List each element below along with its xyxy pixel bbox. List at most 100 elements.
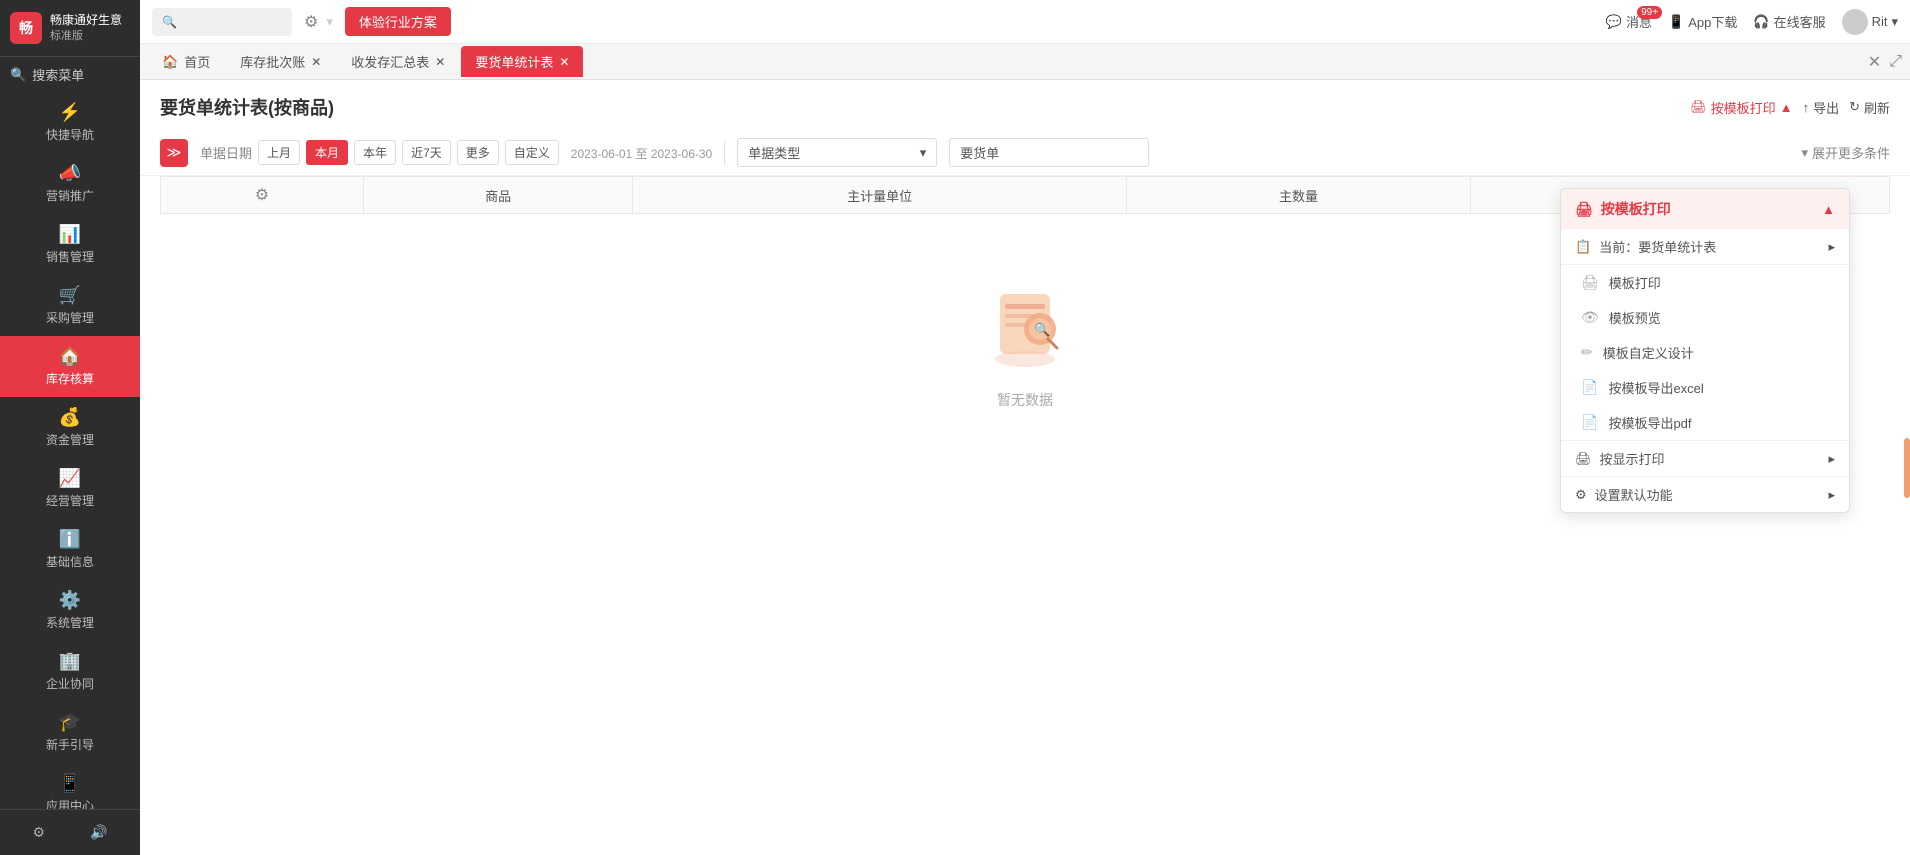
- tabs-bar: 🏠 首页 库存批次账 ✕ 收发存汇总表 ✕ 要货单统计表 ✕ ✕ ⤢: [140, 44, 1910, 80]
- date-btn-this-month[interactable]: 本月: [306, 140, 348, 165]
- sidebar-item-enterprise[interactable]: 🏢 企业协同: [0, 641, 140, 702]
- basics-icon: ℹ️: [59, 529, 81, 550]
- tab-close-receipt-summary[interactable]: ✕: [435, 55, 445, 69]
- scrollbar-indicator[interactable]: [1904, 438, 1910, 498]
- messages-badge: 99+: [1637, 6, 1662, 19]
- search-icon: 🔍: [10, 67, 26, 83]
- dropdown-item-template-preview[interactable]: 👁 模板预览: [1561, 300, 1849, 335]
- tab-close-order-stats[interactable]: ✕: [559, 55, 569, 69]
- user-chevron-icon: ▾: [1891, 14, 1898, 30]
- col-product: 商品: [363, 177, 633, 214]
- messages-btn[interactable]: 💬 消息 99+: [1606, 12, 1652, 31]
- empty-illustration: 🔍: [975, 274, 1075, 374]
- sidebar-item-inventory[interactable]: 🏠 库存核算: [0, 336, 140, 397]
- enterprise-icon: 🏢: [59, 651, 81, 672]
- sidebar-item-appstore[interactable]: 📱 应用中心: [0, 763, 140, 809]
- tab-home[interactable]: 🏠 首页: [148, 46, 224, 77]
- finance-icon: 💰: [59, 407, 81, 428]
- quick-nav-icon: ⚡: [59, 102, 81, 123]
- date-btn-custom[interactable]: 自定义: [505, 140, 559, 165]
- sidebar-item-label: 资金管理: [46, 431, 94, 448]
- app-logo: 畅 畅康通好生意 标准版: [0, 0, 140, 57]
- dropdown-default-section: ⚙ 设置默认功能 ▸: [1561, 477, 1849, 512]
- tab-order-stats[interactable]: 要货单统计表 ✕: [461, 46, 583, 77]
- date-btn-more[interactable]: 更多: [457, 140, 499, 165]
- date-btn-last-month[interactable]: 上月: [258, 140, 300, 165]
- filter-bar: ≫ 单据日期 上月 本月 本年 近7天 更多 自定义 2023-06-01 至 …: [140, 130, 1910, 176]
- sidebar-item-system[interactable]: ⚙️ 系统管理: [0, 580, 140, 641]
- sidebar-item-finance[interactable]: 💰 资金管理: [0, 397, 140, 458]
- topbar: 🔍 ⚙ ▾ 体验行业方案 💬 消息 99+ 📱 App下载 🎧 在线客服 Rit: [140, 0, 1910, 44]
- date-btn-this-year[interactable]: 本年: [354, 140, 396, 165]
- dropdown-display-header[interactable]: 🖨 按显示打印 ▸: [1561, 441, 1849, 476]
- filter-toggle-btn[interactable]: ≫: [160, 139, 188, 167]
- list-icon: 📋: [1575, 239, 1591, 255]
- topbar-search[interactable]: 🔍: [152, 8, 292, 36]
- search-label: 搜索菜单: [32, 65, 84, 84]
- expand-more-btn[interactable]: ▾ 展开更多条件: [1801, 143, 1890, 162]
- template-preview-icon: 👁: [1581, 309, 1599, 326]
- sidebar-item-label: 营销推广: [46, 187, 94, 204]
- dropdown-current-section: 📋 当前：要货单统计表 ▸: [1561, 229, 1849, 265]
- bill-type-label: 单据类型: [748, 143, 800, 162]
- svg-text:🔍: 🔍: [1034, 321, 1050, 337]
- app-download-btn[interactable]: 📱 App下载: [1668, 12, 1737, 31]
- topbar-right: 💬 消息 99+ 📱 App下载 🎧 在线客服 Rit ▾: [1606, 9, 1898, 35]
- column-settings-icon[interactable]: ⚙: [255, 187, 269, 204]
- tab-inventory-batch[interactable]: 库存批次账 ✕: [226, 46, 335, 77]
- window-maximize-btn[interactable]: ⤢: [1889, 52, 1902, 72]
- order-type-display[interactable]: 要货单: [949, 138, 1149, 167]
- sidebar-nav: ⚡ 快捷导航 📣 营销推广 📊 销售管理 🛒 采购管理 🏠 库存核算 💰 资金管…: [0, 92, 140, 809]
- export-btn[interactable]: ↑ 导出: [1803, 98, 1840, 117]
- dropdown-header-left: 🖨 按模板打印: [1575, 199, 1671, 219]
- dropdown-item-export-excel[interactable]: 📄 按模板导出excel: [1561, 370, 1849, 405]
- template-print-btn[interactable]: 🖨 按模板打印 ▲: [1690, 98, 1792, 117]
- dropdown-collapse-btn[interactable]: ▲: [1822, 202, 1835, 217]
- sidebar-item-newbie[interactable]: 🎓 新手引导: [0, 702, 140, 763]
- sidebar-item-basics[interactable]: ℹ️ 基础信息: [0, 519, 140, 580]
- col-settings[interactable]: ⚙: [161, 177, 364, 214]
- topbar-gear-icon[interactable]: ⚙: [304, 12, 318, 32]
- template-print-dropdown: 🖨 按模板打印 ▲ 📋 当前：要货单统计表 ▸ 🖨 模板打印: [1560, 188, 1850, 513]
- tab-close-inventory-batch[interactable]: ✕: [311, 55, 321, 69]
- default-icon: ⚙: [1575, 487, 1587, 503]
- sidebar-item-operations[interactable]: 📈 经营管理: [0, 458, 140, 519]
- sidebar-item-purchase[interactable]: 🛒 采购管理: [0, 275, 140, 336]
- sidebar-item-quick-nav[interactable]: ⚡ 快捷导航: [0, 92, 140, 153]
- sidebar-item-sales[interactable]: 📊 销售管理: [0, 214, 140, 275]
- refresh-btn[interactable]: ↻ 刷新: [1849, 98, 1890, 117]
- date-label: 单据日期: [200, 143, 252, 162]
- online-service-btn[interactable]: 🎧 在线客服: [1753, 12, 1825, 31]
- printer-icon-dropdown: 🖨: [1575, 201, 1593, 218]
- dropdown-item-template-design[interactable]: ✏ 模板自定义设计: [1561, 335, 1849, 370]
- page-content: 要货单统计表(按商品) 🖨 按模板打印 ▲ ↑ 导出 ↻ 刷新: [140, 80, 1910, 855]
- logo-text: 畅康通好生意 标准版: [50, 12, 122, 44]
- sidebar-item-marketing[interactable]: 📣 营销推广: [0, 153, 140, 214]
- page-title: 要货单统计表(按商品): [160, 94, 334, 120]
- dropdown-current-header[interactable]: 📋 当前：要货单统计表 ▸: [1561, 229, 1849, 264]
- topbar-chevron[interactable]: ▾: [326, 14, 333, 30]
- dropdown-default-header[interactable]: ⚙ 设置默认功能 ▸: [1561, 477, 1849, 512]
- sidebar-settings-btn[interactable]: ⚙: [29, 820, 50, 845]
- date-btn-7days[interactable]: 近7天: [402, 140, 451, 165]
- dropdown-item-export-pdf[interactable]: 📄 按模板导出pdf: [1561, 405, 1849, 440]
- sidebar-item-label: 系统管理: [46, 614, 94, 631]
- sidebar-item-label: 销售管理: [46, 248, 94, 265]
- sales-icon: 📊: [59, 224, 81, 245]
- window-close-btn[interactable]: ✕: [1868, 52, 1881, 72]
- bill-type-select[interactable]: 单据类型 ▾: [737, 138, 937, 167]
- col-quantity: 主数量: [1126, 177, 1470, 214]
- user-avatar-btn[interactable]: Rit ▾: [1842, 9, 1898, 35]
- dropdown-item-template-print[interactable]: 🖨 模板打印: [1561, 265, 1849, 300]
- dropdown-header[interactable]: 🖨 按模板打印 ▲: [1561, 189, 1849, 229]
- export-icon: ↑: [1803, 100, 1810, 115]
- sidebar-bottom: ⚙ 🔊: [0, 809, 140, 855]
- trial-button[interactable]: 体验行业方案: [345, 7, 451, 36]
- tab-receipt-summary[interactable]: 收发存汇总表 ✕: [337, 46, 459, 77]
- date-range-text: 2023-06-01 至 2023-06-30: [571, 145, 712, 162]
- template-print-icon: 🖨: [1581, 274, 1599, 291]
- sidebar-search[interactable]: 🔍 搜索菜单: [0, 57, 140, 92]
- sidebar-item-label: 基础信息: [46, 553, 94, 570]
- sidebar-volume-btn[interactable]: 🔊: [86, 820, 111, 845]
- operations-icon: 📈: [59, 468, 81, 489]
